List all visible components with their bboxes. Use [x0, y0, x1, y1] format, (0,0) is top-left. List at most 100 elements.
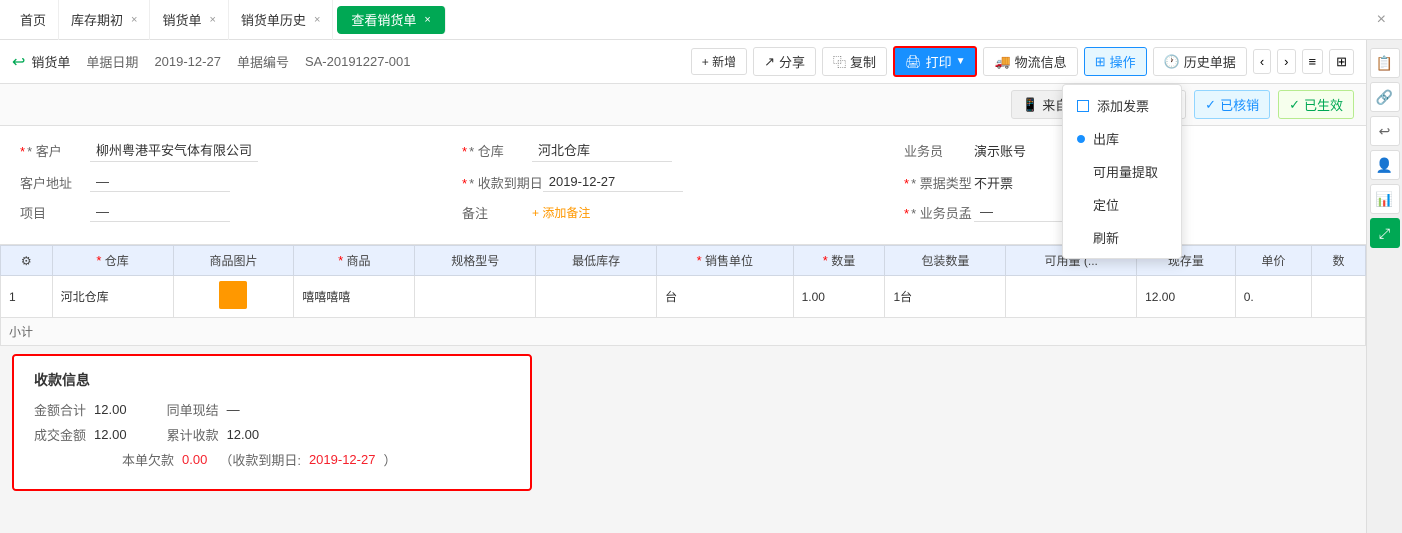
tab-sales[interactable]: 销货单 × — [150, 0, 228, 40]
cell-no: 1 — [1, 276, 53, 318]
cell-unit: 台 — [657, 276, 794, 318]
add-button[interactable]: + 新增 — [691, 48, 747, 75]
nav-next-button[interactable]: › — [1277, 49, 1295, 74]
confirm-btn[interactable]: ✓ 已核销 — [1194, 90, 1270, 119]
project-value[interactable]: — — [90, 202, 230, 222]
salesman-label: * 业务员孟 — [904, 203, 974, 222]
action-dropdown: 添加发票出库可用量提取定位刷新 — [1062, 84, 1182, 259]
address-value[interactable]: — — [90, 172, 230, 192]
add-remark-button[interactable]: + 添加备注 — [532, 204, 590, 221]
dropdown-item-outbound[interactable]: 出库 — [1063, 122, 1181, 155]
dropdown-item-locate[interactable]: 定位 — [1063, 188, 1181, 221]
table-row[interactable]: 1 河北仓库 嘻嘻嘻嘻 台 1.00 1台 12.00 0. — [1, 276, 1366, 318]
window-close-button[interactable]: × — [1369, 11, 1394, 29]
sidebar-btn-5[interactable]: 📊 — [1370, 184, 1400, 214]
subtotal-row: 小计 — [1, 318, 1366, 346]
cumulative-field: 累计收款 12.00 — [167, 425, 260, 444]
warehouse-value[interactable]: 河北仓库 — [532, 138, 672, 162]
cumulative-label: 累计收款 — [167, 425, 219, 444]
col-image: 商品图片 — [173, 246, 294, 276]
cell-product: 嘻嘻嘻嘻 — [294, 276, 415, 318]
col-pack-qty: 包装数量 — [885, 246, 1006, 276]
cell-qty: 1.00 — [793, 276, 885, 318]
print-button[interactable]: 🖨 打印 ▼ — [893, 46, 977, 77]
table-wrap: ⚙ * 仓库 商品图片 * 商品 规格型号 最低库存 * 销售单位 * 数量 包… — [0, 245, 1366, 346]
customer-field: * 客户 柳州粤港平安气体有限公司 — [20, 138, 462, 162]
tab-inventory-close[interactable]: × — [131, 14, 137, 26]
dropdown-item-label: 可用量提取 — [1093, 162, 1158, 181]
date-value: 2019-12-27 — [154, 54, 221, 69]
cumulative-value: 12.00 — [227, 427, 260, 442]
dropdown-item-refresh[interactable]: 刷新 — [1063, 221, 1181, 254]
col-settings[interactable]: ⚙ — [1, 246, 53, 276]
view-grid-button[interactable]: ⊞ — [1329, 49, 1354, 75]
same-order-field: 同单现结 — — [167, 400, 240, 419]
products-table: ⚙ * 仓库 商品图片 * 商品 规格型号 最低库存 * 销售单位 * 数量 包… — [0, 245, 1366, 346]
nav-prev-button[interactable]: ‹ — [1253, 49, 1271, 74]
sidebar-btn-3[interactable]: ↩ — [1370, 116, 1400, 146]
share-icon: ↗ — [764, 54, 775, 70]
customer-value[interactable]: 柳州粤港平安气体有限公司 — [90, 138, 258, 162]
dot-empty-icon — [1077, 234, 1085, 242]
cell-pack-qty: 1台 — [885, 276, 1006, 318]
tab-sales-history[interactable]: 销货单历史 × — [229, 0, 333, 40]
num-value: SA-20191227-001 — [305, 54, 411, 69]
num-label: 单据编号 — [237, 52, 289, 71]
owe-label: 本单欠款 — [122, 450, 174, 469]
payment-info-row-1: 金额合计 12.00 同单现结 — — [34, 400, 510, 419]
payment-info-title: 收款信息 — [34, 370, 510, 390]
product-image — [219, 281, 247, 309]
tab-bar: 首页 库存期初 × 销货单 × 销货单历史 × 查看销货单 × × — [0, 0, 1402, 40]
sidebar-btn-expand[interactable]: ⤢ — [1370, 218, 1400, 248]
view-list-button[interactable]: ≡ — [1302, 49, 1324, 74]
col-unit: * 销售单位 — [657, 246, 794, 276]
logistics-icon: 🚚 — [994, 54, 1010, 70]
print-icon: 🖨 — [905, 54, 922, 70]
tab-sales-history-close[interactable]: × — [314, 14, 320, 26]
tab-inventory[interactable]: 库存期初 × — [59, 0, 150, 40]
action-button[interactable]: ⊞ 操作 — [1084, 47, 1147, 76]
col-min-stock: 最低库存 — [536, 246, 657, 276]
payment-date-field: * 收款到期日 2019-12-27 — [462, 172, 904, 192]
tab-view-sales-label: 查看销货单 — [351, 10, 416, 29]
tab-home-label: 首页 — [20, 10, 46, 29]
warehouse-label: * 仓库 — [462, 141, 532, 160]
share-button[interactable]: ↗ 分享 — [753, 47, 816, 76]
doc-type-label: 销货单 — [31, 52, 70, 71]
dot-empty-icon — [1077, 168, 1085, 176]
payment-date-value[interactable]: 2019-12-27 — [543, 172, 683, 192]
cell-stock: 12.00 — [1137, 276, 1236, 318]
doc-meta: 单据日期 2019-12-27 单据编号 SA-20191227-001 — [86, 52, 410, 71]
history-button[interactable]: 🕐 历史单据 — [1153, 47, 1247, 76]
tab-sales-close[interactable]: × — [209, 14, 215, 26]
share-label: 分享 — [779, 52, 805, 71]
dropdown-item-label: 出库 — [1093, 129, 1119, 148]
project-field: 项目 — — [20, 202, 462, 222]
copy-icon: ⿻ — [833, 52, 846, 71]
doc-title: ↩ 销货单 — [12, 52, 70, 72]
dropdown-item-available-qty[interactable]: 可用量提取 — [1063, 155, 1181, 188]
sidebar-btn-1[interactable]: 📋 — [1370, 48, 1400, 78]
cell-spec — [415, 276, 536, 318]
sidebar-btn-4[interactable]: 👤 — [1370, 150, 1400, 180]
copy-button[interactable]: ⿻ 复制 — [822, 47, 887, 76]
tab-home[interactable]: 首页 — [8, 0, 59, 40]
subtotal-label: 小计 — [1, 318, 1366, 346]
payment-info-row-2: 成交金额 12.00 累计收款 12.00 — [34, 425, 510, 444]
same-order-label: 同单现结 — [167, 400, 219, 419]
square-icon — [1077, 100, 1089, 112]
tab-view-sales[interactable]: 查看销货单 × — [337, 6, 445, 34]
owe-field: 本单欠款 0.00 （收款到期日: 2019-12-27 ） — [34, 450, 510, 469]
col-qty: * 数量 — [793, 246, 885, 276]
action-icon: ⊞ — [1095, 54, 1106, 70]
tab-view-sales-close[interactable]: × — [424, 14, 430, 26]
remark-field: 备注 + 添加备注 — [462, 203, 904, 222]
total-label: 金额合计 — [34, 400, 86, 419]
sidebar-btn-2[interactable]: 🔗 — [1370, 82, 1400, 112]
logistics-button[interactable]: 🚚 物流信息 — [983, 47, 1077, 76]
staff-label: 业务员 — [904, 141, 974, 160]
cell-image — [173, 276, 294, 318]
dropdown-item-add-invoice[interactable]: 添加发票 — [1063, 89, 1181, 122]
confirm2-btn[interactable]: ✓ 已生效 — [1278, 90, 1354, 119]
dot-blue-icon — [1077, 135, 1085, 143]
